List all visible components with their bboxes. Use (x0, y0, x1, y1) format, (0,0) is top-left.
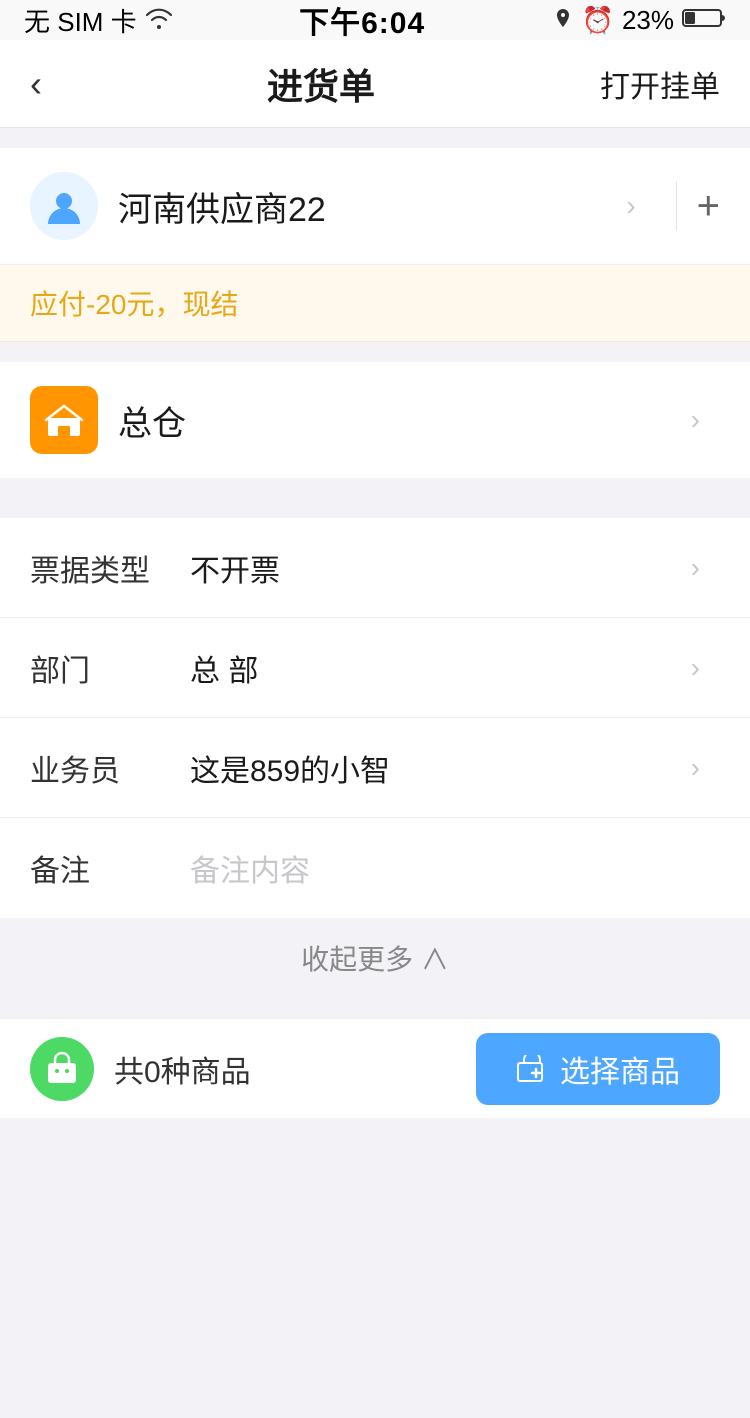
carrier-text: 无 SIM 卡 (24, 2, 137, 39)
spacer-3 (0, 478, 750, 498)
remark-label: 备注 (30, 846, 190, 890)
notice-text: 应付-20元，现结 (30, 289, 238, 320)
warehouse-row[interactable]: 总仓 › (0, 362, 750, 478)
select-btn-label: 选择商品 (560, 1047, 680, 1091)
sales-value: 这是859的小智 (190, 746, 691, 790)
supplier-chevron-icon: › (626, 190, 635, 222)
dept-chevron-icon: › (691, 652, 700, 684)
status-left: 无 SIM 卡 (24, 2, 173, 39)
notice-bar: 应付-20元，现结 (0, 265, 750, 342)
time-display: 下午6:04 (299, 0, 425, 42)
invoice-row[interactable]: 票据类型 不开票 › (0, 518, 750, 618)
collapse-label: 收起更多 ∧ (301, 938, 449, 978)
sales-chevron-icon: › (691, 752, 700, 784)
invoice-value: 不开票 (190, 546, 691, 590)
page-background (0, 1118, 750, 1418)
supplier-name: 河南供应商22 (118, 182, 626, 231)
spacer-2 (0, 342, 750, 362)
add-supplier-button[interactable]: + (697, 184, 720, 229)
dept-row[interactable]: 部门 总 部 › (0, 618, 750, 718)
warehouse-chevron-icon: › (691, 404, 700, 436)
warehouse-section: 总仓 › (0, 362, 750, 478)
select-product-button[interactable]: 选择商品 (476, 1033, 720, 1105)
remark-input[interactable]: 备注内容 (190, 846, 720, 890)
product-icon (30, 1037, 94, 1101)
wifi-icon (145, 5, 173, 36)
invoice-chevron-icon: › (691, 552, 700, 584)
vertical-divider (676, 181, 677, 231)
nav-bar: ‹ 进货单 打开挂单 (0, 40, 750, 128)
dept-label: 部门 (30, 646, 190, 690)
bottom-bar: 共0种商品 选择商品 (0, 1018, 750, 1118)
supplier-section: 河南供应商22 › + 应付-20元，现结 (0, 148, 750, 342)
back-button[interactable]: ‹ (30, 63, 42, 105)
page-title: 进货单 (267, 58, 375, 110)
form-section: 票据类型 不开票 › 部门 总 部 › 业务员 这是859的小智 › 备注 备注… (0, 518, 750, 918)
warehouse-icon (30, 386, 98, 454)
collapse-row[interactable]: 收起更多 ∧ (0, 918, 750, 998)
warehouse-name: 总仓 (118, 396, 691, 445)
status-right: ⏰ 23% (552, 5, 726, 36)
invoice-label: 票据类型 (30, 546, 190, 590)
alarm-icon: ⏰ (582, 5, 614, 36)
battery-text: 23% (622, 5, 674, 36)
battery-icon (682, 5, 726, 36)
top-spacer (0, 128, 750, 148)
supplier-avatar (30, 172, 98, 240)
supplier-row[interactable]: 河南供应商22 › + (0, 148, 750, 265)
sales-row[interactable]: 业务员 这是859的小智 › (0, 718, 750, 818)
product-count-text: 共0种商品 (114, 1047, 476, 1091)
sales-label: 业务员 (30, 746, 190, 790)
dept-value: 总 部 (190, 646, 691, 690)
remark-row[interactable]: 备注 备注内容 (0, 818, 750, 918)
status-bar: 无 SIM 卡 下午6:04 ⏰ 23% (0, 0, 750, 40)
open-pending-button[interactable]: 打开挂单 (600, 62, 720, 106)
location-icon (552, 5, 574, 36)
spacer-4 (0, 998, 750, 1018)
